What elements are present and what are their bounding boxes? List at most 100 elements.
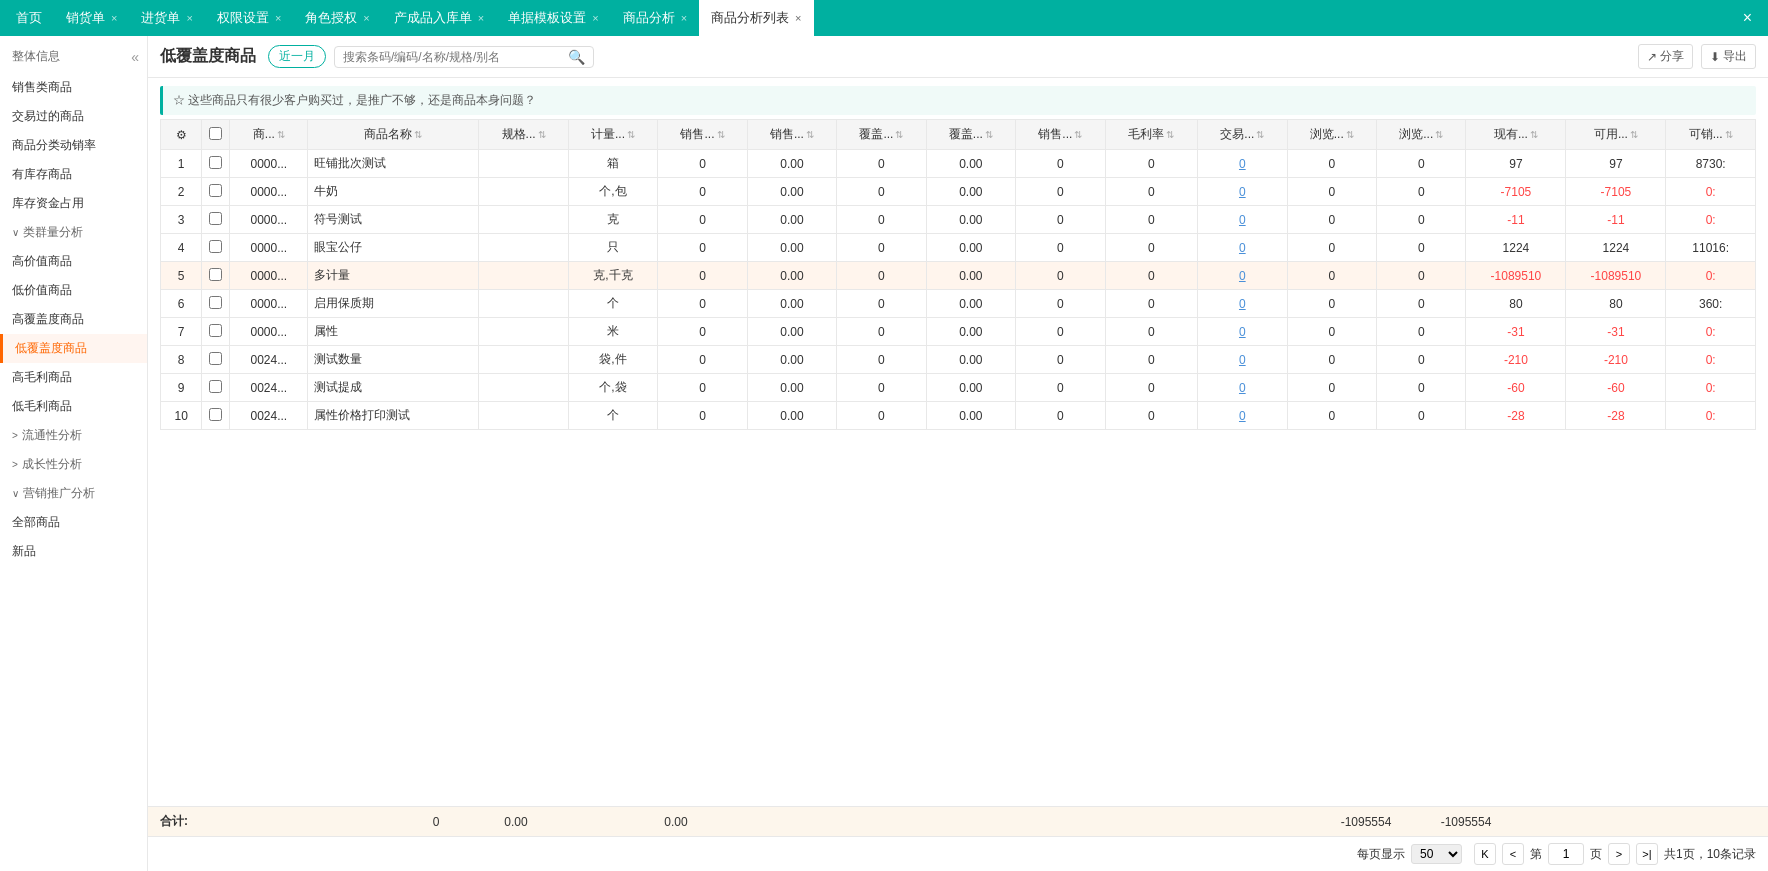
row-checkbox[interactable] xyxy=(202,318,230,346)
sidebar-item-traded-goods[interactable]: 交易过的商品 xyxy=(0,102,147,131)
row-select-checkbox[interactable] xyxy=(209,212,222,225)
col-salable[interactable]: 可销...⇅ xyxy=(1666,120,1756,150)
nav-template-close[interactable]: × xyxy=(592,12,598,24)
sidebar-item-sales-goods[interactable]: 销售类商品 xyxy=(0,73,147,102)
col-usable-stock[interactable]: 可用...⇅ xyxy=(1566,120,1666,150)
row-current-stock: -60 xyxy=(1466,374,1566,402)
row-select-checkbox[interactable] xyxy=(209,156,222,169)
row-checkbox[interactable] xyxy=(202,178,230,206)
nav-purchase-close[interactable]: × xyxy=(186,12,192,24)
col-code[interactable]: 商...⇅ xyxy=(230,120,308,150)
table-row[interactable]: 6 0000... 启用保质期 个 0 0.00 0 0.00 0 0 0 0 … xyxy=(161,290,1756,318)
row-checkbox[interactable] xyxy=(202,262,230,290)
sidebar-item-high-value[interactable]: 高价值商品 xyxy=(0,247,147,276)
nav-home[interactable]: 首页 xyxy=(4,0,54,36)
table-row[interactable]: 9 0024... 测试提成 个,袋 0 0.00 0 0.00 0 0 0 0… xyxy=(161,374,1756,402)
nav-finished-close[interactable]: × xyxy=(478,12,484,24)
row-checkbox[interactable] xyxy=(202,346,230,374)
time-filter-button[interactable]: 近一月 xyxy=(268,45,326,68)
table-row[interactable]: 8 0024... 测试数量 袋,件 0 0.00 0 0.00 0 0 0 0… xyxy=(161,346,1756,374)
sidebar-item-high-coverage[interactable]: 高覆盖度商品 xyxy=(0,305,147,334)
select-all-checkbox[interactable] xyxy=(209,127,222,140)
nav-template-settings[interactable]: 单据模板设置 × xyxy=(496,0,610,36)
col-browse1[interactable]: 浏览...⇅ xyxy=(1287,120,1376,150)
row-checkbox[interactable] xyxy=(202,150,230,178)
table-row[interactable]: 10 0024... 属性价格打印测试 个 0 0.00 0 0.00 0 0 … xyxy=(161,402,1756,430)
sidebar-item-in-stock[interactable]: 有库存商品 xyxy=(0,160,147,189)
first-page-button[interactable]: K xyxy=(1474,843,1496,865)
nav-purchase-order[interactable]: 进货单 × xyxy=(129,0,204,36)
table-row[interactable]: 5 0000... 多计量 克,千克 0 0.00 0 0.00 0 0 0 0… xyxy=(161,262,1756,290)
row-select-checkbox[interactable] xyxy=(209,184,222,197)
sidebar-group-cluster-analysis[interactable]: ∨ 类群量分析 xyxy=(0,218,147,247)
nav-permission-settings[interactable]: 权限设置 × xyxy=(205,0,293,36)
table-row[interactable]: 3 0000... 符号测试 克 0 0.00 0 0.00 0 0 0 0 0… xyxy=(161,206,1756,234)
col-settings[interactable]: ⚙ xyxy=(161,120,202,150)
sidebar-item-category-activity[interactable]: 商品分类动销率 xyxy=(0,131,147,160)
nav-product-analysis-list[interactable]: 商品分析列表 × xyxy=(699,0,813,36)
row-coverage1: 0 xyxy=(837,318,926,346)
row-select-checkbox[interactable] xyxy=(209,352,222,365)
sidebar-item-low-coverage[interactable]: 低覆盖度商品 xyxy=(0,334,147,363)
sidebar-item-inventory-capital[interactable]: 库存资金占用 xyxy=(0,189,147,218)
row-checkbox[interactable] xyxy=(202,374,230,402)
nav-role-close[interactable]: × xyxy=(363,12,369,24)
col-transaction[interactable]: 交易...⇅ xyxy=(1198,120,1287,150)
row-checkbox[interactable] xyxy=(202,290,230,318)
row-checkbox[interactable] xyxy=(202,206,230,234)
page-number-input[interactable] xyxy=(1548,843,1584,865)
col-coverage1[interactable]: 覆盖...⇅ xyxy=(837,120,926,150)
row-checkbox[interactable] xyxy=(202,234,230,262)
table-row[interactable]: 7 0000... 属性 米 0 0.00 0 0.00 0 0 0 0 0 -… xyxy=(161,318,1756,346)
nav-finished-goods[interactable]: 产成品入库单 × xyxy=(382,0,496,36)
nav-role-auth[interactable]: 角色授权 × xyxy=(293,0,381,36)
sidebar-item-low-value[interactable]: 低价值商品 xyxy=(0,276,147,305)
col-unit[interactable]: 计量...⇅ xyxy=(568,120,657,150)
col-sales-other[interactable]: 销售...⇅ xyxy=(1016,120,1105,150)
sidebar-item-new-goods[interactable]: 新品 xyxy=(0,537,147,566)
row-select-checkbox[interactable] xyxy=(209,380,222,393)
prev-page-button[interactable]: < xyxy=(1502,843,1524,865)
sidebar-collapse-button[interactable]: « xyxy=(131,49,139,65)
row-select-checkbox[interactable] xyxy=(209,408,222,421)
row-select-checkbox[interactable] xyxy=(209,268,222,281)
table-row[interactable]: 1 0000... 旺铺批次测试 箱 0 0.00 0 0.00 0 0 0 0… xyxy=(161,150,1756,178)
nav-analysis-close[interactable]: × xyxy=(681,12,687,24)
col-gross-margin[interactable]: 毛利率⇅ xyxy=(1105,120,1198,150)
col-name[interactable]: 商品名称⇅ xyxy=(308,120,479,150)
col-sales-amount[interactable]: 销售...⇅ xyxy=(747,120,836,150)
col-sales-count[interactable]: 销售...⇅ xyxy=(658,120,747,150)
row-checkbox[interactable] xyxy=(202,402,230,430)
sidebar-item-all-goods[interactable]: 全部商品 xyxy=(0,508,147,537)
nav-sales-close[interactable]: × xyxy=(111,12,117,24)
nav-product-analysis[interactable]: 商品分析 × xyxy=(611,0,699,36)
sidebar-group-growth[interactable]: > 成长性分析 xyxy=(0,450,147,479)
sidebar-item-high-margin[interactable]: 高毛利商品 xyxy=(0,363,147,392)
col-current-stock[interactable]: 现有...⇅ xyxy=(1466,120,1566,150)
col-spec[interactable]: 规格...⇅ xyxy=(479,120,568,150)
row-select-checkbox[interactable] xyxy=(209,240,222,253)
sidebar-group-liquidity[interactable]: > 流通性分析 xyxy=(0,421,147,450)
nav-permission-close[interactable]: × xyxy=(275,12,281,24)
next-page-button[interactable]: > xyxy=(1608,843,1630,865)
col-browse2[interactable]: 浏览...⇅ xyxy=(1377,120,1466,150)
last-page-button[interactable]: >| xyxy=(1636,843,1658,865)
export-button[interactable]: ⬇ 导出 xyxy=(1701,44,1756,69)
table-row[interactable]: 4 0000... 眼宝公仔 只 0 0.00 0 0.00 0 0 0 0 0… xyxy=(161,234,1756,262)
sidebar-group-marketing[interactable]: ∨ 营销推广分析 xyxy=(0,479,147,508)
nav-sales-order[interactable]: 销货单 × xyxy=(54,0,129,36)
search-input[interactable] xyxy=(343,50,568,64)
row-select-checkbox[interactable] xyxy=(209,296,222,309)
share-button[interactable]: ↗ 分享 xyxy=(1638,44,1693,69)
col-coverage2[interactable]: 覆盖...⇅ xyxy=(926,120,1015,150)
nav-analysis-list-close[interactable]: × xyxy=(795,12,801,24)
table-container: ⚙ 商...⇅ 商品名称⇅ 规格...⇅ 计量...⇅ 销售...⇅ 销售...… xyxy=(148,119,1768,806)
row-select-checkbox[interactable] xyxy=(209,324,222,337)
row-browse2: 0 xyxy=(1377,206,1466,234)
sidebar-item-low-margin[interactable]: 低毛利商品 xyxy=(0,392,147,421)
row-code: 0000... xyxy=(230,318,308,346)
per-page-select[interactable]: 50 20 100 200 xyxy=(1411,844,1462,864)
table-row[interactable]: 2 0000... 牛奶 个,包 0 0.00 0 0.00 0 0 0 0 0… xyxy=(161,178,1756,206)
window-close-button[interactable]: × xyxy=(1731,9,1764,27)
row-num: 10 xyxy=(161,402,202,430)
